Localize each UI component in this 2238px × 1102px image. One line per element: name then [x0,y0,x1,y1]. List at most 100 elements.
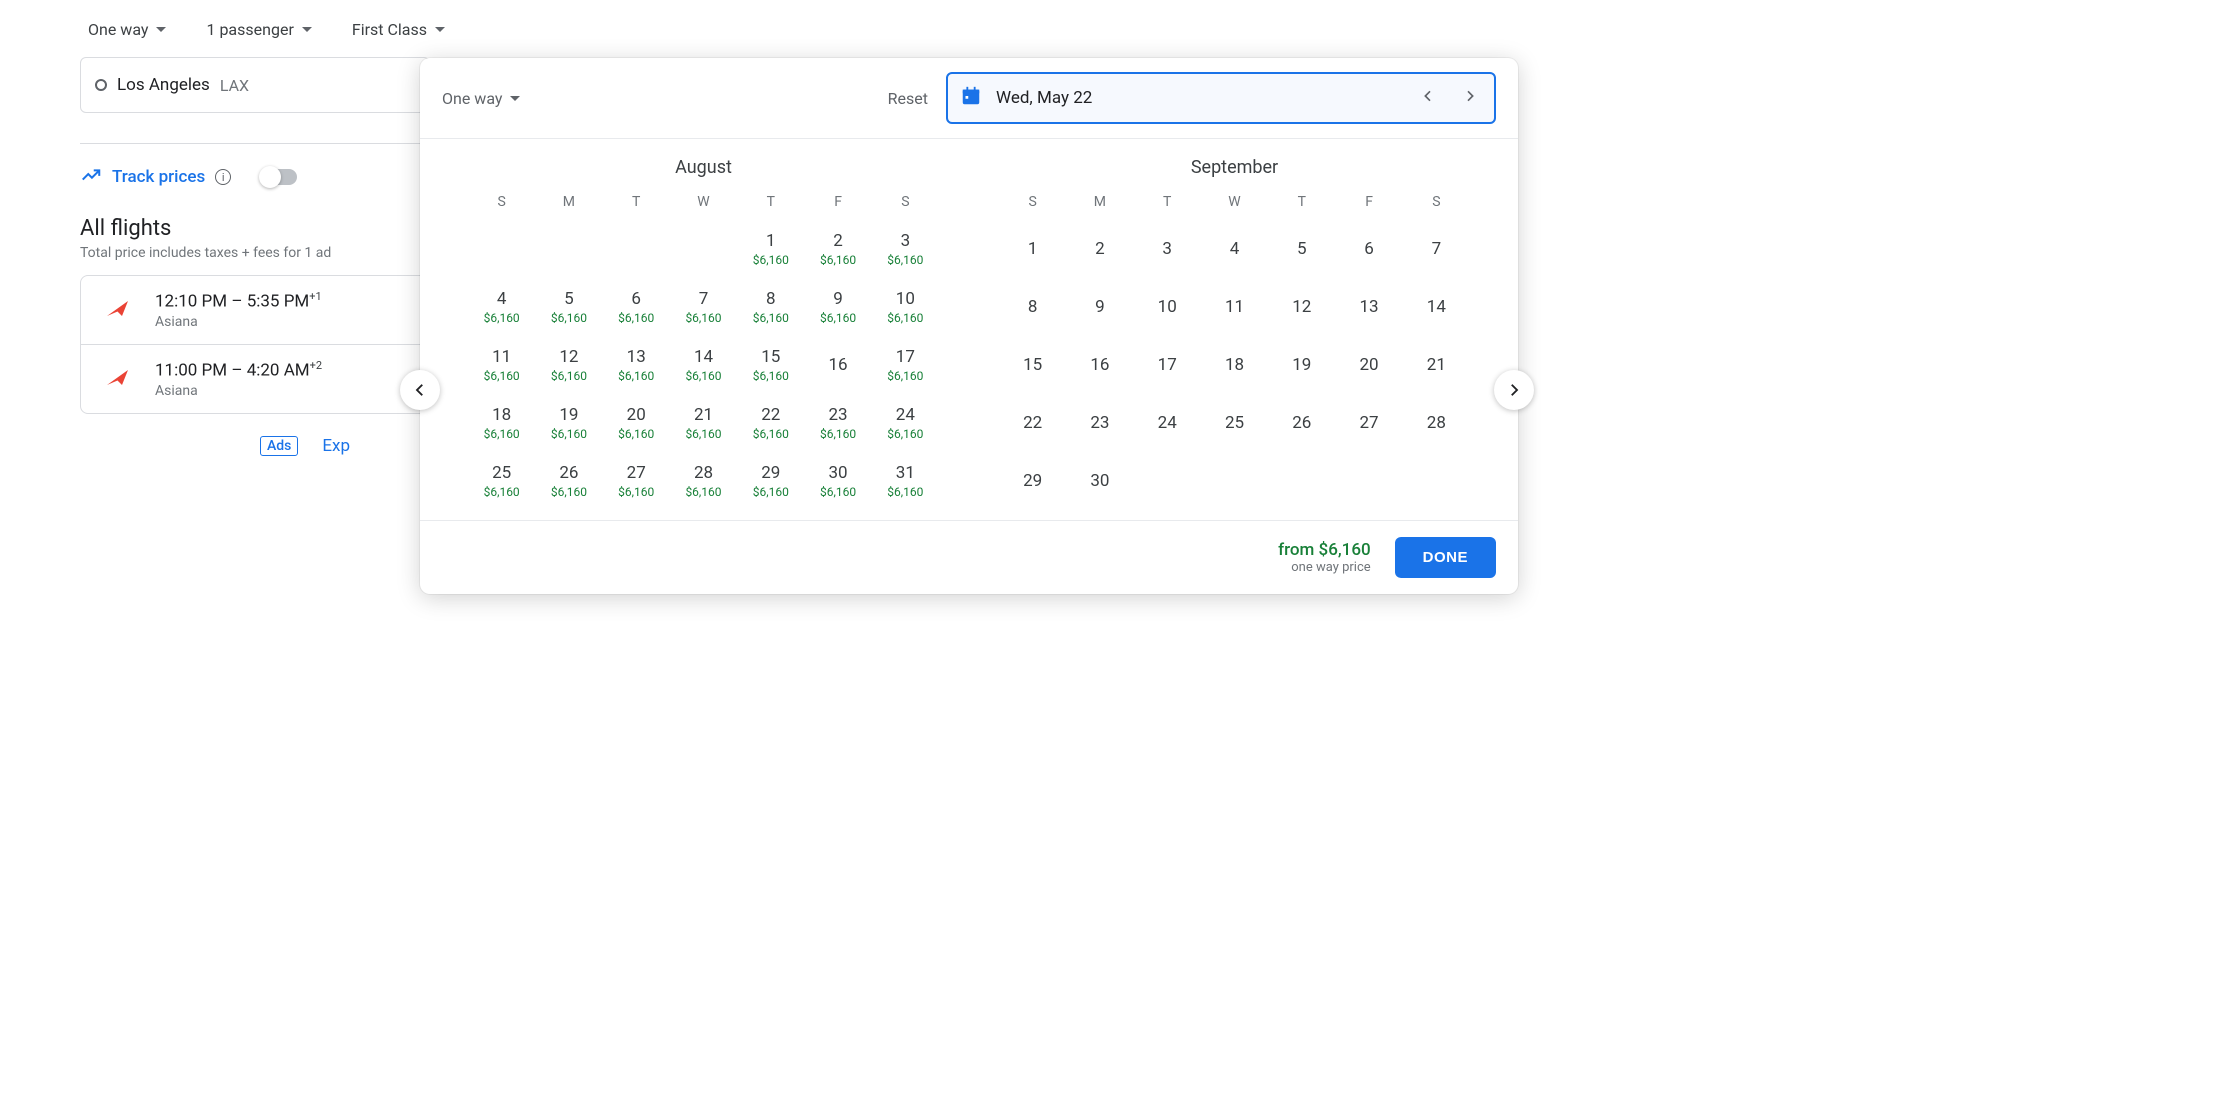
done-button[interactable]: DONE [1395,537,1496,578]
calendar-day[interactable]: 7 [1403,220,1470,278]
calendar-day[interactable]: 20 [1335,336,1402,394]
calendar-day[interactable]: 11 [1201,278,1268,336]
calendar-day[interactable]: 5$6,160 [535,278,602,336]
dow-label: S [872,194,939,210]
calendar-day[interactable]: 19$6,160 [535,394,602,452]
calendar-day[interactable]: 13$6,160 [603,336,670,394]
calendar-day[interactable]: 16 [804,336,871,394]
calendar-day[interactable]: 3$6,160 [872,220,939,278]
dow-label: M [535,194,602,210]
dp-trip-select[interactable]: One way [442,89,520,108]
passengers-select[interactable]: 1 passenger [206,20,311,39]
calendar-day[interactable]: 24$6,160 [872,394,939,452]
calendar-day[interactable]: 30 [1066,452,1133,510]
calendar-day[interactable]: 22$6,160 [737,394,804,452]
calendar-day[interactable]: 21 [1403,336,1470,394]
day-number: 25 [492,463,511,483]
calendar-day[interactable]: 25$6,160 [468,452,535,510]
selected-date-text: Wed, May 22 [996,88,1400,108]
date-picker-body: August SMTWTFS 1$6,1602$6,1603$6,1604$6,… [420,139,1518,520]
calendar-day[interactable]: 10 [1134,278,1201,336]
calendar-day[interactable]: 15 [999,336,1066,394]
day-number: 13 [627,347,646,367]
calendar-day[interactable]: 2$6,160 [804,220,871,278]
departure-date-input[interactable]: Wed, May 22 [946,72,1496,124]
day-price: $6,160 [887,369,923,383]
calendar-day[interactable]: 13 [1335,278,1402,336]
day-price: $6,160 [887,253,923,267]
calendar-day[interactable]: 31$6,160 [872,452,939,510]
chevron-down-icon [435,27,445,32]
calendar-day[interactable]: 29 [999,452,1066,510]
calendar-day[interactable]: 25 [1201,394,1268,452]
flight-airline: Asiana [155,314,322,330]
month-name: August [468,157,939,178]
trip-type-select[interactable]: One way [88,20,166,39]
calendar-day[interactable]: 11$6,160 [468,336,535,394]
calendar-day[interactable]: 17$6,160 [872,336,939,394]
calendar-day[interactable]: 9$6,160 [804,278,871,336]
calendar-day[interactable]: 14$6,160 [670,336,737,394]
calendar-day[interactable]: 19 [1268,336,1335,394]
calendar-day[interactable]: 23$6,160 [804,394,871,452]
ads-link[interactable]: Exp [322,436,350,456]
flight-row[interactable]: 11:00 PM – 4:20 AM+2 Asiana [81,345,439,413]
day-number: 2 [833,231,843,251]
dow-label: W [1201,194,1268,210]
calendar-day[interactable]: 6 [1335,220,1402,278]
calendar-day[interactable]: 20$6,160 [603,394,670,452]
calendar-day[interactable]: 4 [1201,220,1268,278]
origin-input[interactable]: Los Angeles LAX [80,57,430,113]
trend-up-icon [80,164,102,190]
next-month-button[interactable] [1494,370,1534,410]
cabin-select[interactable]: First Class [352,20,445,39]
day-price: $6,160 [753,311,789,325]
date-next-button[interactable] [1456,84,1484,112]
calendar-day[interactable]: 8 [999,278,1066,336]
calendar-day[interactable]: 28$6,160 [670,452,737,510]
day-number: 15 [1023,355,1042,375]
calendar-day[interactable]: 14 [1403,278,1470,336]
calendar-day[interactable]: 12 [1268,278,1335,336]
footer-price: from $6,160 one way price [1278,540,1371,575]
calendar-day[interactable]: 3 [1134,220,1201,278]
calendar-day[interactable]: 16 [1066,336,1133,394]
calendar-day[interactable]: 5 [1268,220,1335,278]
calendar-day[interactable]: 18 [1201,336,1268,394]
calendar-day[interactable]: 24 [1134,394,1201,452]
info-icon[interactable]: i [215,169,231,185]
calendar-day[interactable]: 22 [999,394,1066,452]
calendar-day[interactable]: 17 [1134,336,1201,394]
calendar-day[interactable]: 27 [1335,394,1402,452]
calendar-day[interactable]: 4$6,160 [468,278,535,336]
calendar-day[interactable]: 27$6,160 [603,452,670,510]
calendar-day[interactable]: 1 [999,220,1066,278]
calendar-day[interactable]: 9 [1066,278,1133,336]
calendar-day[interactable]: 7$6,160 [670,278,737,336]
prev-month-button[interactable] [400,370,440,410]
day-number: 18 [1225,355,1244,375]
flight-row[interactable]: 12:10 PM – 5:35 PM+1 Asiana [81,276,439,345]
reset-button[interactable]: Reset [888,89,928,108]
calendar-day[interactable]: 30$6,160 [804,452,871,510]
track-prices-toggle[interactable] [261,169,297,185]
calendar-day[interactable]: 26 [1268,394,1335,452]
calendar-day[interactable]: 15$6,160 [737,336,804,394]
date-prev-button[interactable] [1414,84,1442,112]
calendar-day[interactable]: 26$6,160 [535,452,602,510]
calendar-day[interactable]: 10$6,160 [872,278,939,336]
calendar-day[interactable]: 8$6,160 [737,278,804,336]
calendar-day[interactable]: 23 [1066,394,1133,452]
calendar-day[interactable]: 28 [1403,394,1470,452]
divider [80,143,440,144]
calendar-day[interactable]: 1$6,160 [737,220,804,278]
calendar-day[interactable]: 12$6,160 [535,336,602,394]
day-number: 3 [1162,239,1172,259]
calendar-day[interactable]: 21$6,160 [670,394,737,452]
calendar-day[interactable]: 18$6,160 [468,394,535,452]
calendar-day[interactable]: 2 [1066,220,1133,278]
calendar-icon [960,85,982,111]
calendar-day[interactable]: 29$6,160 [737,452,804,510]
calendar-day[interactable]: 6$6,160 [603,278,670,336]
day-price: $6,160 [484,311,520,325]
